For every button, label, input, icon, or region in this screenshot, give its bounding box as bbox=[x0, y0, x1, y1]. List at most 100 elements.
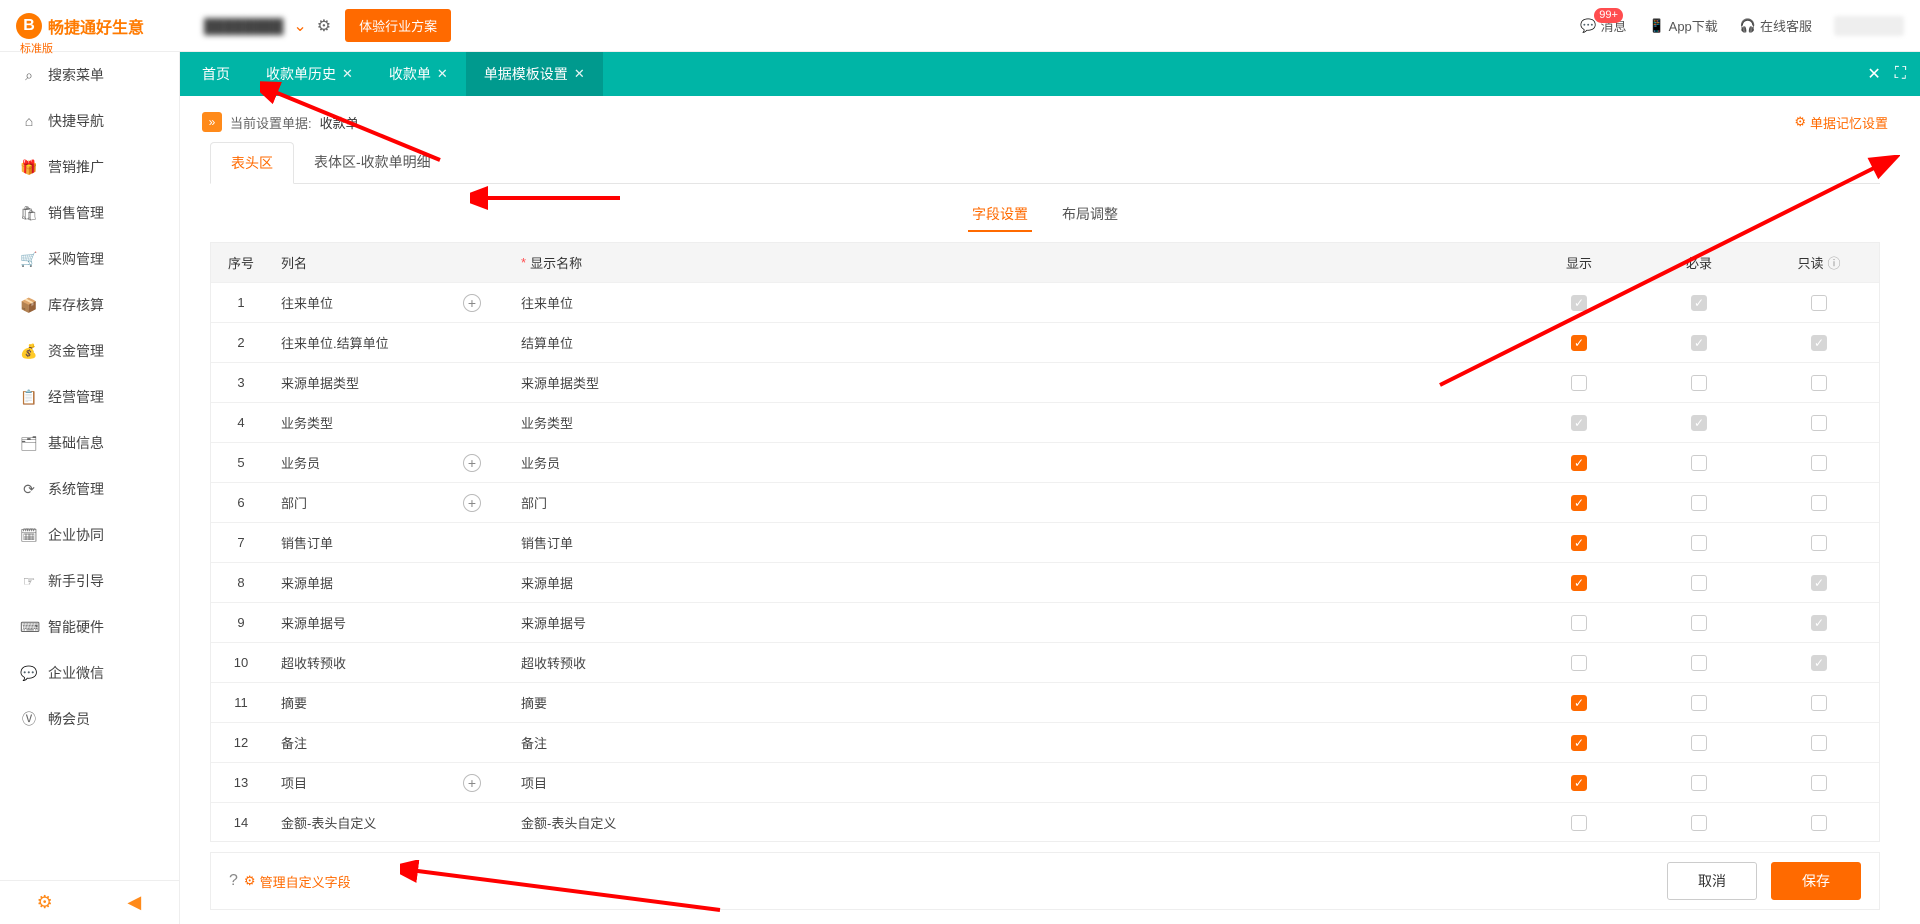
checkbox-icon[interactable] bbox=[1571, 815, 1587, 831]
cell-displayname[interactable]: 超收转预收 bbox=[511, 643, 1519, 682]
cell-displayname[interactable]: 业务员 bbox=[511, 443, 1519, 482]
tab-close-icon[interactable]: ✕ bbox=[574, 66, 585, 82]
cell-displayname[interactable]: 销售订单 bbox=[511, 523, 1519, 562]
add-field-icon[interactable]: + bbox=[463, 774, 481, 792]
sidebar-item-4[interactable]: 🛒采购管理 bbox=[0, 236, 179, 282]
checkbox-icon[interactable] bbox=[1811, 775, 1827, 791]
page-tab-2[interactable]: 收款单✕ bbox=[371, 52, 466, 96]
page-tab-3[interactable]: 单据模板设置 ✕ bbox=[466, 52, 603, 96]
checkbox-icon[interactable]: ✓ bbox=[1571, 535, 1587, 551]
checkbox-icon[interactable] bbox=[1811, 735, 1827, 751]
checkbox-icon[interactable] bbox=[1811, 495, 1827, 511]
checkbox-icon[interactable]: ✓ bbox=[1571, 335, 1587, 351]
checkbox-icon[interactable]: ✓ bbox=[1571, 735, 1587, 751]
online-service-link[interactable]: 🎧 在线客服 bbox=[1740, 16, 1812, 35]
sidebar-item-5[interactable]: 📦库存核算 bbox=[0, 282, 179, 328]
crumb-expand-icon[interactable]: » bbox=[202, 112, 222, 132]
sidebar-item-11[interactable]: ☞新手引导 bbox=[0, 558, 179, 604]
checkbox-icon[interactable] bbox=[1691, 775, 1707, 791]
tab-close-icon[interactable]: ✕ bbox=[342, 66, 353, 82]
sidebar-item-3[interactable]: 🛍销售管理 bbox=[0, 190, 179, 236]
checkbox-icon[interactable] bbox=[1691, 735, 1707, 751]
cell-displayname[interactable]: 来源单据 bbox=[511, 563, 1519, 602]
cell-displayname[interactable]: 摘要 bbox=[511, 683, 1519, 722]
checkbox-icon[interactable] bbox=[1811, 815, 1827, 831]
checkbox-icon[interactable] bbox=[1691, 535, 1707, 551]
try-plan-button[interactable]: 体验行业方案 bbox=[345, 9, 451, 42]
checkbox-icon[interactable] bbox=[1571, 615, 1587, 631]
add-field-icon[interactable]: + bbox=[463, 294, 481, 312]
chevron-down-icon[interactable]: ⌄ bbox=[293, 16, 306, 36]
org-selector[interactable]: ████████ ⌄ ⚙ bbox=[204, 16, 331, 36]
checkbox-icon[interactable]: ✓ bbox=[1571, 575, 1587, 591]
cell-displayname[interactable]: 来源单据类型 bbox=[511, 363, 1519, 402]
checkbox-icon[interactable] bbox=[1691, 575, 1707, 591]
cell-displayname[interactable]: 业务类型 bbox=[511, 403, 1519, 442]
checkbox-icon[interactable] bbox=[1691, 815, 1707, 831]
sidebar-item-7[interactable]: 📋经营管理 bbox=[0, 374, 179, 420]
checkbox-icon[interactable] bbox=[1571, 375, 1587, 391]
cell-displayname[interactable]: 部门 bbox=[511, 483, 1519, 522]
cell-show bbox=[1519, 803, 1639, 841]
sidebar-settings-icon[interactable]: ⚙ bbox=[0, 881, 90, 924]
checkbox-icon[interactable]: ✓ bbox=[1571, 695, 1587, 711]
checkbox-icon[interactable] bbox=[1811, 535, 1827, 551]
topbar-right: 💬 消息 99+ 📱 App下载 🎧 在线客服 bbox=[1580, 16, 1904, 36]
sidebar-item-13[interactable]: 💬企业微信 bbox=[0, 650, 179, 696]
help-icon[interactable]: ⓘ bbox=[1828, 253, 1841, 272]
checkbox-icon[interactable] bbox=[1691, 655, 1707, 671]
checkbox-icon[interactable]: ✓ bbox=[1571, 455, 1587, 471]
app-download-link[interactable]: 📱 App下载 bbox=[1648, 16, 1717, 35]
add-field-icon[interactable]: + bbox=[463, 454, 481, 472]
cell-displayname[interactable]: 项目 bbox=[511, 763, 1519, 802]
tab-label: 单据模板设置 bbox=[484, 64, 568, 84]
area-tab-0[interactable]: 表头区 bbox=[210, 142, 294, 184]
page-tab-1[interactable]: 收款单历史✕ bbox=[248, 52, 371, 96]
checkbox-icon[interactable] bbox=[1811, 375, 1827, 391]
org-settings-icon[interactable]: ⚙ bbox=[317, 16, 331, 36]
sidebar-item-9[interactable]: ⟳系统管理 bbox=[0, 466, 179, 512]
cell-displayname[interactable]: 往来单位 bbox=[511, 283, 1519, 322]
cell-displayname[interactable]: 结算单位 bbox=[511, 323, 1519, 362]
sidebar-item-14[interactable]: Ⓥ畅会员 bbox=[0, 696, 179, 742]
manage-custom-fields-link[interactable]: ⚙ 管理自定义字段 bbox=[244, 872, 351, 891]
help-icon[interactable]: ? bbox=[229, 872, 238, 890]
checkbox-icon[interactable]: ✓ bbox=[1571, 775, 1587, 791]
sidebar-item-1[interactable]: ⌂快捷导航 bbox=[0, 98, 179, 144]
messages-link[interactable]: 💬 消息 99+ bbox=[1580, 16, 1626, 35]
sub-tab-1[interactable]: 布局调整 bbox=[1058, 198, 1122, 232]
checkbox-icon[interactable] bbox=[1691, 695, 1707, 711]
cell-index: 1 bbox=[211, 283, 271, 322]
area-tab-1[interactable]: 表体区-收款单明细 bbox=[294, 142, 451, 183]
checkbox-icon[interactable] bbox=[1811, 415, 1827, 431]
checkbox-icon[interactable] bbox=[1571, 655, 1587, 671]
checkbox-icon[interactable] bbox=[1691, 455, 1707, 471]
sidebar-item-2[interactable]: 🎁营销推广 bbox=[0, 144, 179, 190]
sidebar-collapse-icon[interactable]: ◀ bbox=[90, 881, 180, 924]
user-avatar[interactable] bbox=[1834, 16, 1904, 36]
checkbox-icon[interactable] bbox=[1811, 455, 1827, 471]
sub-tab-0[interactable]: 字段设置 bbox=[968, 198, 1032, 232]
fullscreen-icon[interactable]: ⛶ bbox=[1895, 65, 1906, 83]
checkbox-icon[interactable] bbox=[1811, 295, 1827, 311]
cell-displayname[interactable]: 备注 bbox=[511, 723, 1519, 762]
sidebar-item-10[interactable]: 🗓企业协同 bbox=[0, 512, 179, 558]
checkbox-icon[interactable] bbox=[1691, 375, 1707, 391]
sidebar-item-6[interactable]: 💰资金管理 bbox=[0, 328, 179, 374]
tab-close-icon[interactable]: ✕ bbox=[437, 66, 448, 82]
checkbox-icon[interactable] bbox=[1691, 495, 1707, 511]
cancel-button[interactable]: 取消 bbox=[1667, 862, 1757, 900]
sidebar-item-8[interactable]: 🗂基础信息 bbox=[0, 420, 179, 466]
sidebar-item-0[interactable]: ⌕搜索菜单 bbox=[0, 52, 179, 98]
checkbox-icon[interactable] bbox=[1811, 695, 1827, 711]
cell-displayname[interactable]: 来源单据号 bbox=[511, 603, 1519, 642]
cell-displayname[interactable]: 金额-表头自定义 bbox=[511, 803, 1519, 841]
memory-settings-link[interactable]: ⚙ 单据记忆设置 bbox=[1794, 113, 1888, 132]
checkbox-icon[interactable]: ✓ bbox=[1571, 495, 1587, 511]
tabs-close-all-icon[interactable]: ✕ bbox=[1867, 64, 1880, 84]
page-tab-0[interactable]: 首页 bbox=[184, 52, 248, 96]
save-button[interactable]: 保存 bbox=[1771, 862, 1861, 900]
sidebar-item-12[interactable]: ⌨智能硬件 bbox=[0, 604, 179, 650]
checkbox-icon[interactable] bbox=[1691, 615, 1707, 631]
add-field-icon[interactable]: + bbox=[463, 494, 481, 512]
